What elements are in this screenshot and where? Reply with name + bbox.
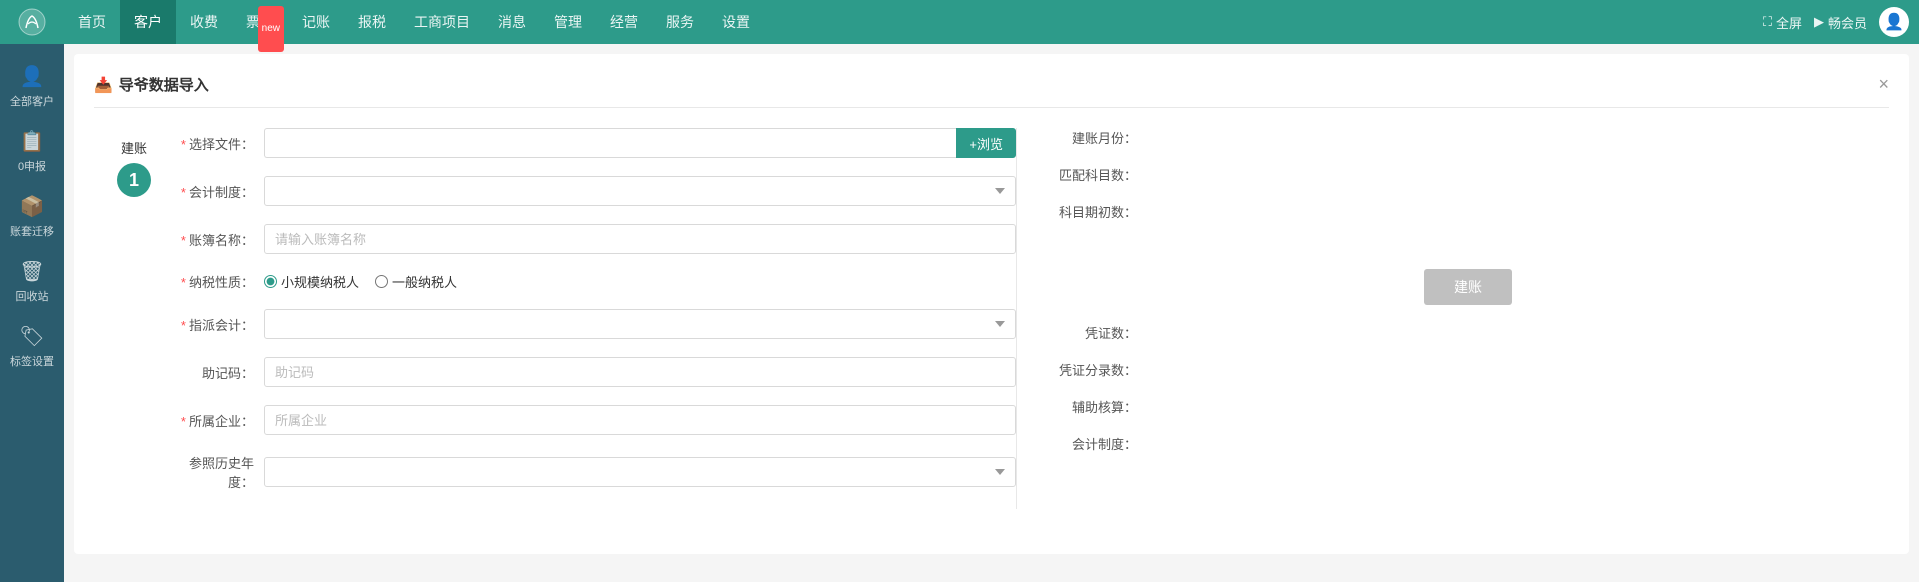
- sidebar-item-recycle[interactable]: 🗑 回收站: [0, 249, 64, 314]
- account-name-label: 账簿名称：: [174, 230, 264, 249]
- tax-type-radio-group: 小规模纳税人 一般纳税人: [264, 272, 457, 291]
- accountant-select[interactable]: [264, 309, 1016, 339]
- auxiliary-label: 辅助核算：: [1047, 397, 1147, 416]
- company-input[interactable]: [264, 405, 1016, 435]
- accounting-system-select[interactable]: [264, 176, 1016, 206]
- subject-opening-label: 科目期初数：: [1047, 202, 1147, 221]
- mnemonic-input[interactable]: [264, 357, 1016, 387]
- migration-icon: 📦: [20, 194, 45, 219]
- fullscreen-icon: ⛶: [1763, 14, 1772, 30]
- accounting-system-right-row: 会计制度：: [1047, 434, 1889, 453]
- file-input[interactable]: [264, 128, 956, 158]
- build-button-container: 建账: [1047, 239, 1889, 305]
- historical-year-label: 参照历史年度：: [174, 453, 264, 491]
- panel-title: 📥 导爷数据导入: [94, 74, 209, 95]
- company-row: 所属企业：: [174, 405, 1016, 435]
- mnemonic-label: 助记码：: [174, 363, 264, 382]
- app-logo: [10, 0, 54, 44]
- accountant-select-wrapper: [264, 309, 1016, 339]
- user-icon: 👤: [1884, 12, 1904, 32]
- step-indicator: 建账 1: [94, 128, 174, 509]
- all-clients-icon: 👤: [20, 64, 45, 89]
- mnemonic-row: 助记码：: [174, 357, 1016, 387]
- tax-type-row: 纳税性质： 小规模纳税人 一般纳税人: [174, 272, 1016, 291]
- voucher-entries-row: 凭证分录数：: [1047, 360, 1889, 379]
- auxiliary-row: 辅助核算：: [1047, 397, 1889, 416]
- nav-management[interactable]: 管理: [540, 0, 596, 44]
- nav-operation[interactable]: 经营: [596, 0, 652, 44]
- build-account-button[interactable]: 建账: [1424, 269, 1512, 305]
- nav-customer[interactable]: 客户: [120, 0, 176, 44]
- import-panel: 📥 导爷数据导入 × 建账 1 选择文件：: [74, 54, 1909, 554]
- tax-type-label: 纳税性质：: [174, 272, 264, 291]
- match-subjects-label: 匹配科目数：: [1047, 165, 1147, 184]
- build-month-label: 建账月份：: [1047, 128, 1147, 147]
- historical-year-select-wrapper: [264, 457, 1016, 487]
- nav-service[interactable]: 服务: [652, 0, 708, 44]
- account-name-input[interactable]: [264, 224, 1016, 254]
- sidebar: 👤 全部客户 📋 0申报 📦 账套迁移 🗑 回收站 🏷 标签设置: [0, 44, 64, 582]
- file-label: 选择文件：: [174, 134, 264, 153]
- form-container: 建账 1 选择文件： +浏览 会计制度：: [94, 128, 1889, 509]
- historical-year-select[interactable]: [264, 457, 1016, 487]
- voucher-entries-label: 凭证分录数：: [1047, 360, 1147, 379]
- accountant-row: 指派会计：: [174, 309, 1016, 339]
- accounting-system-label: 会计制度：: [174, 182, 264, 201]
- file-row: 选择文件： +浏览: [174, 128, 1016, 158]
- sidebar-item-tag-settings[interactable]: 🏷 标签设置: [0, 314, 64, 379]
- accounting-system-right-label: 会计制度：: [1047, 434, 1147, 453]
- close-button[interactable]: ×: [1878, 74, 1889, 95]
- browse-button[interactable]: +浏览: [956, 128, 1016, 158]
- import-icon: 📥: [94, 76, 113, 94]
- nav-invoice[interactable]: 票据 new: [232, 0, 288, 44]
- accounting-system-select-wrapper: [264, 176, 1016, 206]
- tag-icon: 🏷: [19, 324, 44, 349]
- nav-fee[interactable]: 收费: [176, 0, 232, 44]
- account-name-row: 账簿名称：: [174, 224, 1016, 254]
- recycle-icon: 🗑: [19, 259, 44, 284]
- sidebar-item-account-migration[interactable]: 📦 账套迁移: [0, 184, 64, 249]
- sidebar-item-all-clients[interactable]: 👤 全部客户: [0, 54, 64, 119]
- nav-right: ⛶ 全屏 ▶ 畅会员 👤: [1763, 7, 1909, 37]
- build-month-row: 建账月份：: [1047, 128, 1889, 147]
- user-avatar[interactable]: 👤: [1879, 7, 1909, 37]
- step-badge: 1: [117, 163, 151, 197]
- general-taxpayer-label[interactable]: 一般纳税人: [375, 272, 457, 291]
- fullscreen-button[interactable]: ⛶ 全屏: [1763, 13, 1802, 32]
- member-button[interactable]: ▶ 畅会员: [1814, 13, 1867, 32]
- subject-opening-row: 科目期初数：: [1047, 202, 1889, 221]
- small-taxpayer-radio[interactable]: [264, 275, 277, 288]
- form-right-col: 建账月份： 匹配科目数： 科目期初数： 建账: [1016, 128, 1889, 509]
- nav-tax[interactable]: 报税: [344, 0, 400, 44]
- small-taxpayer-label[interactable]: 小规模纳税人: [264, 272, 359, 291]
- nav-message[interactable]: 消息: [484, 0, 540, 44]
- file-input-group: +浏览: [264, 128, 1016, 158]
- company-label: 所属企业：: [174, 411, 264, 430]
- nav-settings[interactable]: 设置: [708, 0, 764, 44]
- accounting-system-row: 会计制度：: [174, 176, 1016, 206]
- sidebar-item-zero-report[interactable]: 📋 0申报: [0, 119, 64, 184]
- zero-report-icon: 📋: [20, 129, 45, 154]
- form-left-col: 选择文件： +浏览 会计制度：: [174, 128, 1016, 509]
- accountant-label: 指派会计：: [174, 315, 264, 334]
- panel-header: 📥 导爷数据导入 ×: [94, 74, 1889, 108]
- top-navigation: 首页 客户 收费 票据 new 记账 报税 工商项目 消息 管理 经营 服务 设…: [0, 0, 1919, 44]
- match-subjects-row: 匹配科目数：: [1047, 165, 1889, 184]
- nav-business-project[interactable]: 工商项目: [400, 0, 484, 44]
- main-content: 📥 导爷数据导入 × 建账 1 选择文件：: [64, 44, 1919, 582]
- play-icon: ▶: [1814, 14, 1824, 30]
- voucher-count-label: 凭证数：: [1047, 323, 1147, 342]
- historical-year-row: 参照历史年度：: [174, 453, 1016, 491]
- nav-items: 首页 客户 收费 票据 new 记账 报税 工商项目 消息 管理 经营 服务 设…: [64, 0, 1763, 44]
- nav-bookkeeping[interactable]: 记账: [288, 0, 344, 44]
- voucher-count-row: 凭证数：: [1047, 323, 1889, 342]
- invoice-badge: new: [258, 6, 284, 52]
- nav-home[interactable]: 首页: [64, 0, 120, 44]
- app-layout: 👤 全部客户 📋 0申报 📦 账套迁移 🗑 回收站 🏷 标签设置 📥 导爷: [0, 44, 1919, 582]
- general-taxpayer-radio[interactable]: [375, 275, 388, 288]
